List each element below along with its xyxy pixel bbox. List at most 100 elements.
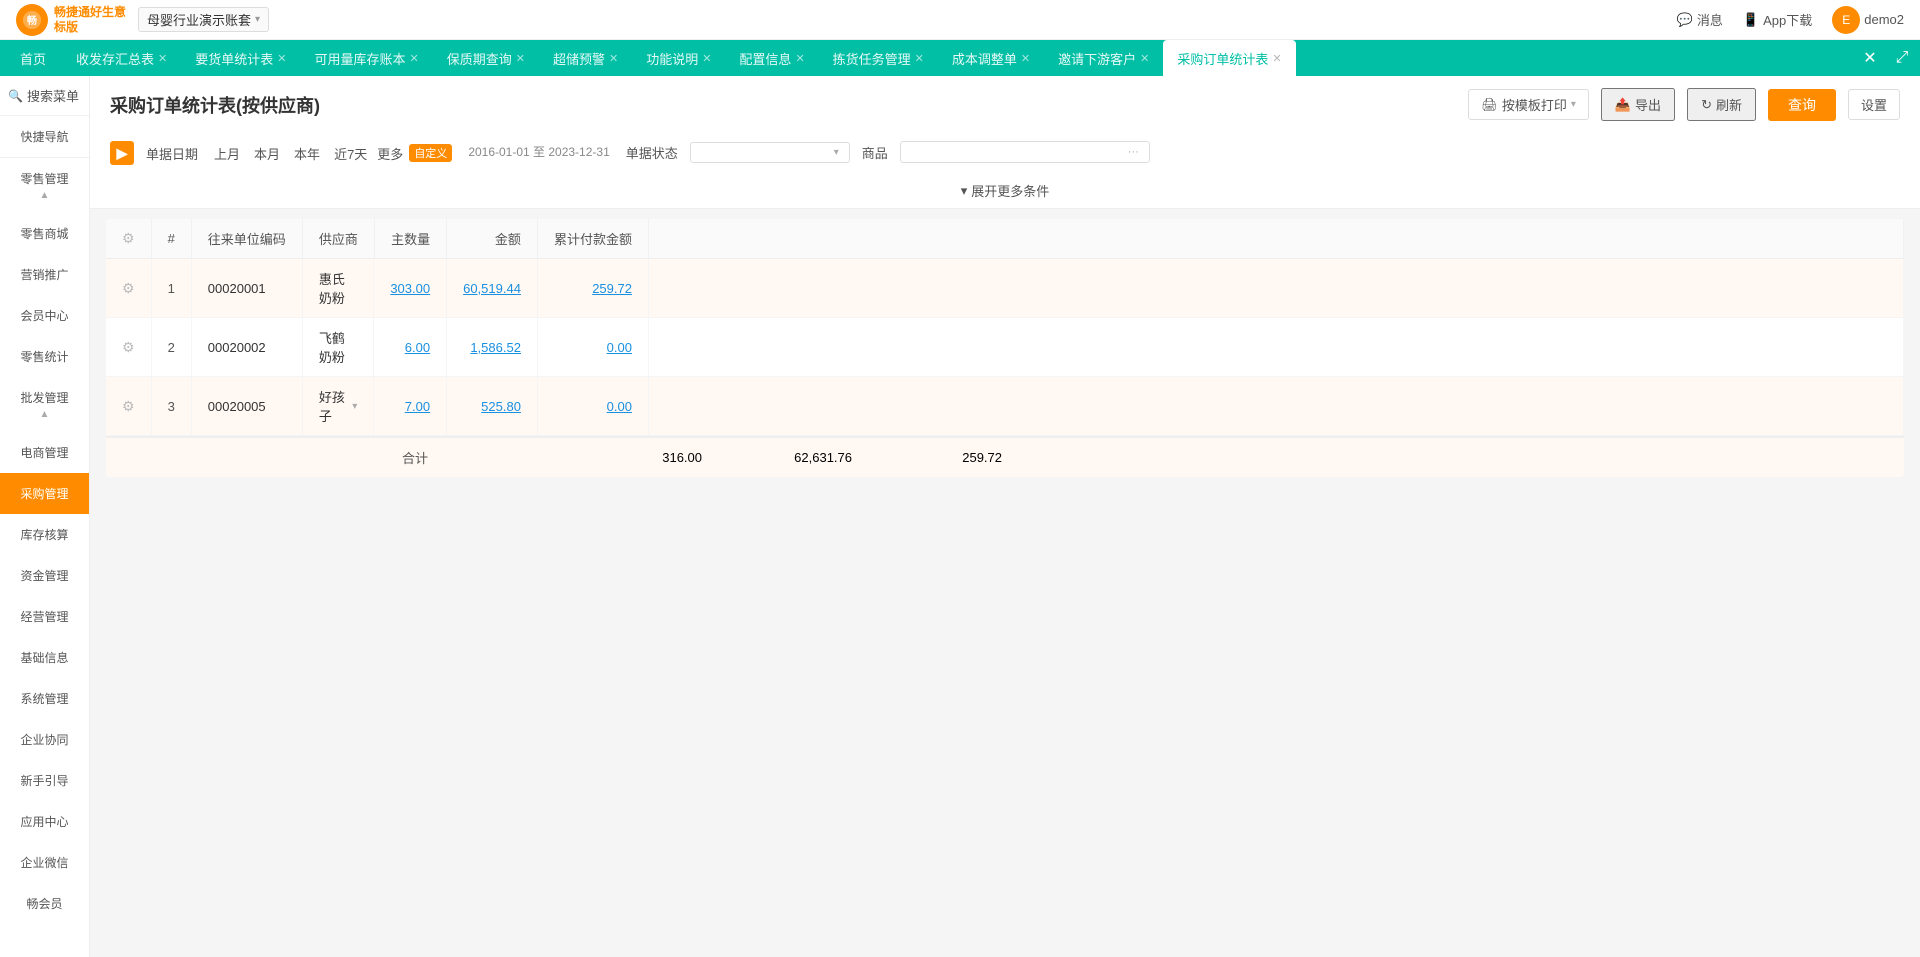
row-supplier: 飞鹤奶粉 <box>303 318 375 376</box>
sidebar-item-system[interactable]: 系统管理 <box>0 678 89 719</box>
tab-close-icon[interactable]: ✕ <box>277 52 286 65</box>
workspace-chevron-icon: ▾ <box>255 14 260 25</box>
tab-home[interactable]: 首页 <box>4 40 62 76</box>
sidebar-item-quick-nav[interactable]: 快捷导航 <box>0 116 89 157</box>
row-qty[interactable]: 7.00 <box>374 377 446 436</box>
sidebar-item-retail-stat[interactable]: 零售统计 <box>0 336 89 377</box>
message-button[interactable]: 💬 消息 <box>1677 10 1723 29</box>
shortcut-more[interactable]: 更多 <box>377 144 403 163</box>
tab-close-icon[interactable]: ✕ <box>516 52 525 65</box>
table-row[interactable]: ⚙ 3 00020005 好孩子▾ 7.00 525.80 0.00 <box>106 377 1904 436</box>
col-supplier: 供应商 <box>302 219 374 259</box>
workspace-label: 母婴行业演示账套 <box>147 10 251 29</box>
row-qty[interactable]: 6.00 <box>374 318 446 377</box>
tab-close-icon[interactable]: ✕ <box>1140 52 1149 65</box>
sidebar-item-wechat[interactable]: 企业微信 <box>0 842 89 883</box>
expand-more-button[interactable]: ▾ 展开更多条件 <box>110 177 1900 208</box>
tab-yaohuo[interactable]: 要货单统计表 ✕ <box>181 40 300 76</box>
row-qty[interactable]: 303.00 <box>374 259 446 318</box>
sidebar-item-basic[interactable]: 基础信息 <box>0 637 89 678</box>
close-window-button[interactable]: ✕ <box>1856 44 1884 72</box>
tab-keyongliang[interactable]: 可用量库存账本 ✕ <box>300 40 432 76</box>
shortcut-last-month[interactable]: 上月 <box>210 142 244 165</box>
shortcut-this-year[interactable]: 本年 <box>290 142 324 165</box>
table-body: ⚙ 1 00020001 惠氏奶粉 303.00 60,519.44 259.7… <box>106 259 1904 436</box>
tab-close-icon[interactable]: ✕ <box>915 52 924 65</box>
status-select[interactable]: ▾ <box>690 142 850 163</box>
tab-close-icon[interactable]: ✕ <box>1272 52 1281 65</box>
sidebar-item-purchase[interactable]: 采购管理 <box>0 473 89 514</box>
sidebar-item-retail-shop[interactable]: 零售商城 <box>0 213 89 254</box>
filter-row-right: 单据状态 ▾ 商品 ··· <box>626 141 1900 163</box>
tab-gongneng[interactable]: 功能说明 ✕ <box>632 40 725 76</box>
tab-close-icon[interactable]: ✕ <box>158 52 167 65</box>
row-settings: ⚙ <box>106 259 151 318</box>
sidebar-item-ecommerce[interactable]: 电商管理 <box>0 432 89 473</box>
tab-shoufaqihui[interactable]: 收发存汇总表 ✕ <box>62 40 181 76</box>
print-dropdown-icon: ▾ <box>1571 99 1576 110</box>
row-code: 00020005 <box>191 377 302 436</box>
user-menu[interactable]: E demo2 <box>1832 6 1904 34</box>
row-num: 2 <box>151 318 191 377</box>
tab-baoshanqi[interactable]: 保质期查询 ✕ <box>433 40 539 76</box>
table-row[interactable]: ⚙ 1 00020001 惠氏奶粉 303.00 60,519.44 259.7… <box>106 259 1904 318</box>
custom-date-badge[interactable]: 自定义 <box>409 144 452 162</box>
shortcut-7days[interactable]: 近7天 <box>330 142 371 165</box>
col-amount: 金额 <box>447 219 538 259</box>
sidebar-item-new-guide[interactable]: 新手引导 <box>0 760 89 801</box>
maximize-window-button[interactable]: ⤢ <box>1888 44 1916 72</box>
table-header-row: ⚙ # 往来单位编码 供应商 主数量 金额 累计付款金额 <box>106 219 1904 259</box>
workspace-selector[interactable]: 母婴行业演示账套 ▾ <box>138 7 269 32</box>
sidebar-item-member[interactable]: 会员中心 <box>0 295 89 336</box>
settings-button[interactable]: 设置 <box>1848 89 1900 120</box>
sidebar-item-inventory[interactable]: 库存核算 <box>0 514 89 555</box>
tab-peizhi[interactable]: 配置信息 ✕ <box>725 40 818 76</box>
row-paid[interactable]: 0.00 <box>537 377 648 436</box>
tab-close-icon[interactable]: ✕ <box>1021 52 1030 65</box>
column-settings-icon[interactable]: ⚙ <box>122 230 135 246</box>
tab-zhenyuan[interactable]: 拣货任务管理 ✕ <box>819 40 938 76</box>
table-row[interactable]: ⚙ 2 00020002 飞鹤奶粉 6.00 1,586.52 0.00 <box>106 318 1904 377</box>
filter-toggle-button[interactable]: ▶ <box>110 141 134 165</box>
date-range-display: 2016-01-01 至 2023-12-31 <box>468 141 609 160</box>
sidebar-item-vip[interactable]: 畅会员 <box>0 883 89 924</box>
sidebar-item-finance[interactable]: 资金管理 <box>0 555 89 596</box>
row-amount[interactable]: 525.80 <box>447 377 538 436</box>
row-paid[interactable]: 259.72 <box>537 259 648 318</box>
tab-yaoqing[interactable]: 邀请下游客户 ✕ <box>1044 40 1163 76</box>
row-paid[interactable]: 0.00 <box>537 318 648 377</box>
export-icon: 📤 <box>1615 97 1631 113</box>
tab-caigou[interactable]: 采购订单统计表 ✕ <box>1163 40 1295 76</box>
tab-close-icon[interactable]: ✕ <box>410 52 419 65</box>
tab-close-icon[interactable]: ✕ <box>609 52 618 65</box>
sidebar-item-enterprise[interactable]: 企业协同 <box>0 719 89 760</box>
tab-close-icon[interactable]: ✕ <box>795 52 804 65</box>
print-button[interactable]: 🖨 按模板打印 ▾ <box>1468 89 1589 120</box>
sidebar-item-marketing[interactable]: 营销推广 <box>0 254 89 295</box>
printer-icon: 🖨 <box>1481 97 1498 113</box>
goods-input[interactable]: ··· <box>900 141 1150 163</box>
shortcut-this-month[interactable]: 本月 <box>250 142 284 165</box>
table-container: ⚙ # 往来单位编码 供应商 主数量 金额 累计付款金额 ⚙ 1 0002000… <box>90 209 1920 957</box>
date-range-text: 2016-01-01 至 2023-12-31 <box>468 143 609 160</box>
row-code: 00020002 <box>191 318 302 377</box>
row-amount[interactable]: 1,586.52 <box>447 318 538 377</box>
export-button[interactable]: 📤 导出 <box>1601 88 1675 121</box>
sidebar-item-retail[interactable]: 零售管理 ▲ <box>0 158 89 213</box>
goods-more-icon: ··· <box>1128 146 1139 158</box>
sidebar-item-app-center[interactable]: 应用中心 <box>0 801 89 842</box>
refresh-button[interactable]: ↻ 刷新 <box>1687 88 1756 121</box>
sidebar: 🔍 搜索菜单 快捷导航 零售管理 ▲ 零售商城 营销推广 会员中心 零售统计 批… <box>0 76 90 957</box>
sidebar-item-operations[interactable]: 经营管理 <box>0 596 89 637</box>
top-bar-right: 💬 消息 📱 App下载 E demo2 <box>1677 6 1904 34</box>
row-amount[interactable]: 60,519.44 <box>447 259 538 318</box>
sidebar-item-wholesale[interactable]: 批发管理 ▲ <box>0 377 89 432</box>
data-table: ⚙ # 往来单位编码 供应商 主数量 金额 累计付款金额 ⚙ 1 0002000… <box>106 219 1904 436</box>
tab-chengben[interactable]: 成本调整单 ✕ <box>938 40 1044 76</box>
search-menu-button[interactable]: 🔍 搜索菜单 <box>0 76 89 116</box>
app-download-button[interactable]: 📱 App下载 <box>1743 10 1812 29</box>
top-bar: 畅 畅捷通好生意 标版 母婴行业演示账套 ▾ 💬 消息 📱 App下载 E de… <box>0 0 1920 40</box>
tab-chaochuyu[interactable]: 超储预警 ✕ <box>539 40 632 76</box>
query-button[interactable]: 查询 <box>1768 89 1836 121</box>
tab-close-icon[interactable]: ✕ <box>702 52 711 65</box>
